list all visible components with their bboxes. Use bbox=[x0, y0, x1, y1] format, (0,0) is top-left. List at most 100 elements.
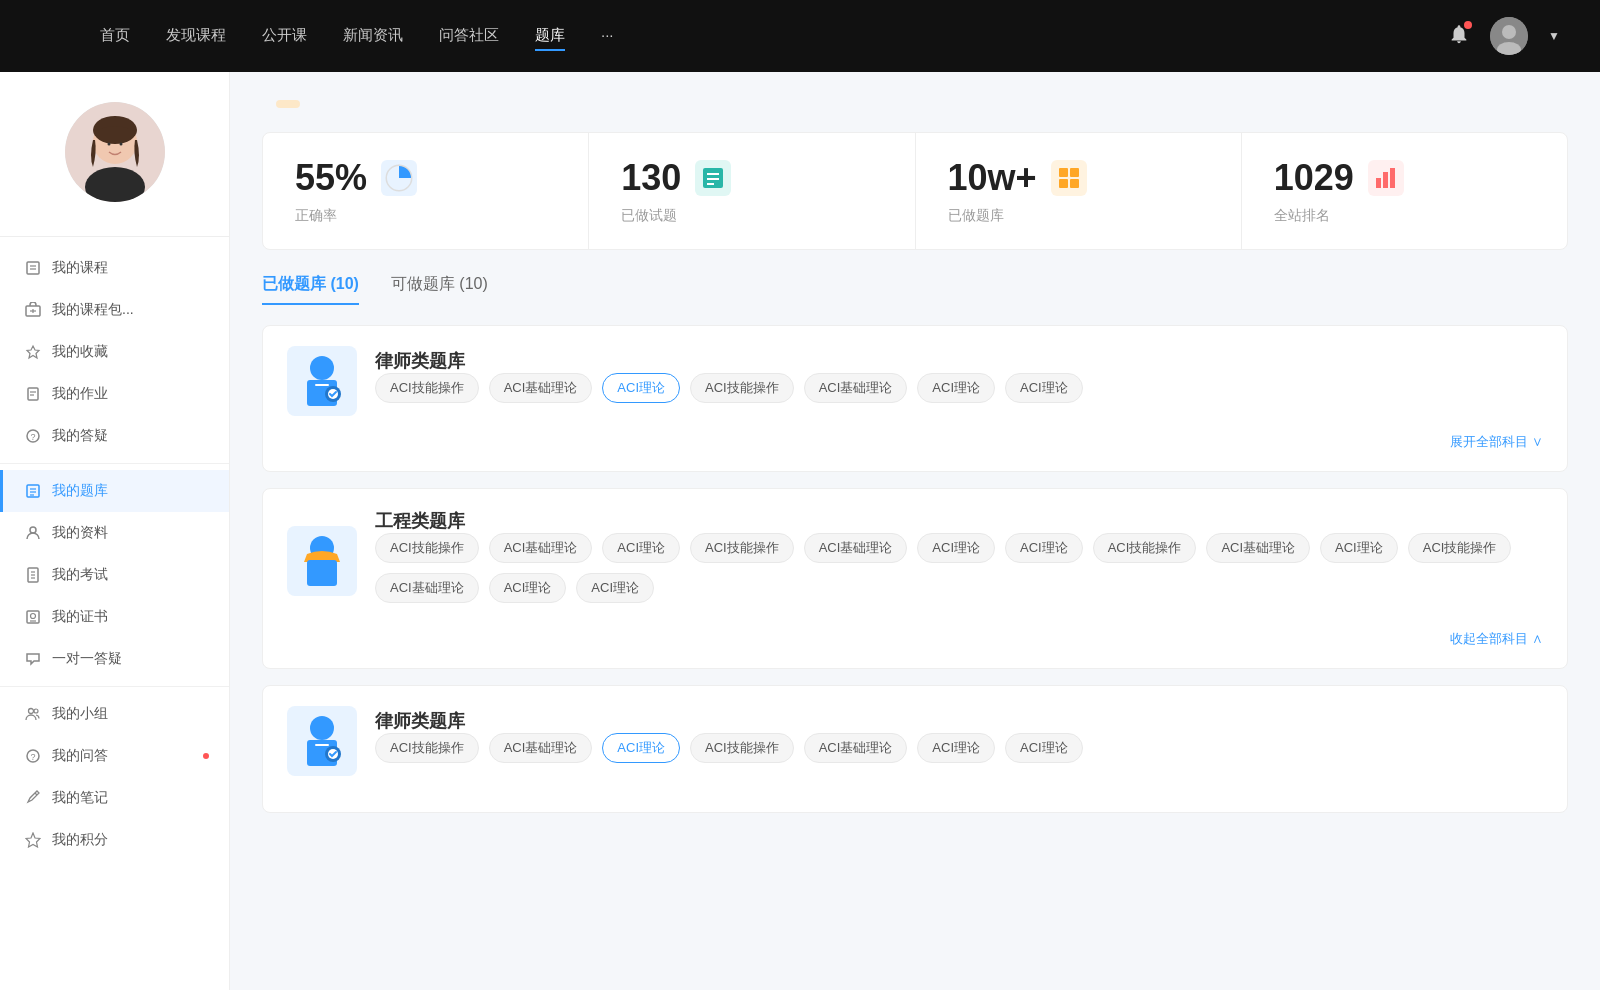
bank-tag[interactable]: ACI基础理论 bbox=[489, 733, 593, 763]
sidebar-item-exam[interactable]: 我的考试 bbox=[0, 554, 229, 596]
main-content: 55% 正确率 130 已做试题 10w+ 已做题库 1029 全站排名 已做题… bbox=[230, 72, 1600, 990]
nav-link[interactable]: 发现课程 bbox=[166, 22, 226, 51]
qa-icon: ? bbox=[24, 427, 42, 445]
bank-tag[interactable]: ACI理论 bbox=[1005, 373, 1083, 403]
expand-link[interactable]: 收起全部科目 ∧ bbox=[1450, 631, 1543, 646]
sidebar-item-group[interactable]: 我的小组 bbox=[0, 693, 229, 735]
menu-item-label: 我的资料 bbox=[52, 524, 108, 542]
bank-tag[interactable]: ACI理论 bbox=[602, 533, 680, 563]
sidebar-item-package[interactable]: 我的课程包... bbox=[0, 289, 229, 331]
bank-tag[interactable]: ACI基础理论 bbox=[804, 373, 908, 403]
navbar: 首页 发现课程 公开课 新闻资讯 问答社区 题库 ··· ▼ bbox=[0, 0, 1600, 72]
stat-icon bbox=[1051, 160, 1087, 196]
sidebar-item-points[interactable]: 我的积分 bbox=[0, 819, 229, 861]
bank-tag[interactable]: ACI基础理论 bbox=[804, 533, 908, 563]
sidebar-item-profile[interactable]: 我的资料 bbox=[0, 512, 229, 554]
svg-point-31 bbox=[31, 614, 36, 619]
svg-point-33 bbox=[29, 709, 34, 714]
sidebar-item-bank[interactable]: 我的题库 bbox=[0, 470, 229, 512]
nav-link[interactable]: 首页 bbox=[100, 22, 130, 51]
menu-item-label: 一对一答疑 bbox=[52, 650, 122, 668]
bank-tab[interactable]: 可做题库 (10) bbox=[391, 274, 488, 305]
svg-text:?: ? bbox=[31, 432, 36, 442]
bank-tag[interactable]: ACI理论 bbox=[576, 573, 654, 603]
bank-tag[interactable]: ACI基础理论 bbox=[375, 573, 479, 603]
nav-link[interactable]: 公开课 bbox=[262, 22, 307, 51]
bank-tag[interactable]: ACI理论 bbox=[602, 373, 680, 403]
menu-item-label: 我的课程包... bbox=[52, 301, 134, 319]
svg-rect-9 bbox=[27, 262, 39, 274]
bank-tag[interactable]: ACI基础理论 bbox=[489, 533, 593, 563]
bank-icon bbox=[287, 706, 357, 776]
svg-rect-50 bbox=[1390, 168, 1395, 188]
svg-rect-47 bbox=[1070, 179, 1079, 188]
bank-tag[interactable]: ACI基础理论 bbox=[1206, 533, 1310, 563]
avatar[interactable] bbox=[1490, 17, 1528, 55]
bank-tag[interactable]: ACI技能操作 bbox=[1408, 533, 1512, 563]
bank-tag[interactable]: ACI理论 bbox=[1005, 733, 1083, 763]
question-icon: ? bbox=[24, 747, 42, 765]
bank-section: 工程类题库 ACI技能操作 ACI基础理论 ACI理论 ACI技能操作 ACI基… bbox=[262, 488, 1568, 669]
svg-marker-38 bbox=[26, 833, 40, 847]
menu-item-label: 我的证书 bbox=[52, 608, 108, 626]
bank-tag[interactable]: ACI基础理论 bbox=[804, 733, 908, 763]
bank-tag[interactable]: ACI技能操作 bbox=[690, 533, 794, 563]
stat-value: 1029 bbox=[1274, 157, 1354, 199]
notification-bell[interactable] bbox=[1448, 23, 1470, 49]
bank-tag[interactable]: ACI技能操作 bbox=[690, 373, 794, 403]
bank-tag[interactable]: ACI技能操作 bbox=[1093, 533, 1197, 563]
nav-link[interactable]: 新闻资讯 bbox=[343, 22, 403, 51]
sidebar-item-course[interactable]: 我的课程 bbox=[0, 247, 229, 289]
bank-tag[interactable]: ACI理论 bbox=[917, 373, 995, 403]
nav-link[interactable]: 题库 bbox=[535, 22, 565, 51]
stat-icon bbox=[381, 160, 417, 196]
svg-text:?: ? bbox=[31, 752, 36, 762]
package-icon bbox=[24, 301, 42, 319]
expand-link[interactable]: 展开全部科目 ∨ bbox=[1450, 434, 1543, 449]
svg-rect-55 bbox=[315, 384, 329, 386]
bank-tag[interactable]: ACI技能操作 bbox=[375, 373, 479, 403]
stat-value: 10w+ bbox=[948, 157, 1037, 199]
bank-title: 工程类题库 bbox=[375, 509, 1543, 533]
unread-dot bbox=[203, 753, 209, 759]
bank-tag[interactable]: ACI技能操作 bbox=[375, 733, 479, 763]
stat-label: 已做题库 bbox=[948, 207, 1209, 225]
cert-icon bbox=[24, 608, 42, 626]
svg-point-25 bbox=[30, 527, 36, 533]
page-header bbox=[262, 100, 1568, 108]
account-chevron[interactable]: ▼ bbox=[1548, 29, 1560, 43]
sidebar-item-question[interactable]: ? 我的问答 bbox=[0, 735, 229, 777]
bank-title: 律师类题库 bbox=[375, 349, 1083, 373]
svg-point-34 bbox=[34, 709, 38, 713]
stat-item: 130 已做试题 bbox=[589, 133, 915, 249]
nav-link[interactable]: ··· bbox=[601, 22, 614, 51]
group-icon bbox=[24, 705, 42, 723]
svg-rect-49 bbox=[1383, 172, 1388, 188]
bank-tag[interactable]: ACI理论 bbox=[917, 533, 995, 563]
menu-item-label: 我的积分 bbox=[52, 831, 108, 849]
sidebar-profile bbox=[0, 72, 229, 237]
stat-label: 正确率 bbox=[295, 207, 556, 225]
sidebar-item-oneone[interactable]: 一对一答疑 bbox=[0, 638, 229, 680]
star-icon bbox=[24, 343, 42, 361]
sidebar-item-star[interactable]: 我的收藏 bbox=[0, 331, 229, 373]
menu-item-label: 我的课程 bbox=[52, 259, 108, 277]
bank-tag[interactable]: ACI理论 bbox=[1005, 533, 1083, 563]
bank-tag[interactable]: ACI理论 bbox=[602, 733, 680, 763]
homework-icon bbox=[24, 385, 42, 403]
sidebar-item-qa[interactable]: ? 我的答疑 bbox=[0, 415, 229, 457]
bank-tag[interactable]: ACI基础理论 bbox=[489, 373, 593, 403]
tags-row: ACI技能操作 ACI基础理论 ACI理论 ACI技能操作 ACI基础理论 AC… bbox=[375, 373, 1083, 403]
bank-tag[interactable]: ACI技能操作 bbox=[690, 733, 794, 763]
bank-list: 律师类题库 ACI技能操作 ACI基础理论 ACI理论 ACI技能操作 ACI基… bbox=[262, 325, 1568, 813]
bank-tab[interactable]: 已做题库 (10) bbox=[262, 274, 359, 305]
bank-tag[interactable]: ACI理论 bbox=[1320, 533, 1398, 563]
bank-tag[interactable]: ACI技能操作 bbox=[375, 533, 479, 563]
menu-item-label: 我的题库 bbox=[52, 482, 108, 500]
sidebar-item-homework[interactable]: 我的作业 bbox=[0, 373, 229, 415]
bank-tag[interactable]: ACI理论 bbox=[917, 733, 995, 763]
sidebar-item-notes[interactable]: 我的笔记 bbox=[0, 777, 229, 819]
bank-tag[interactable]: ACI理论 bbox=[489, 573, 567, 603]
sidebar-item-cert[interactable]: 我的证书 bbox=[0, 596, 229, 638]
nav-link[interactable]: 问答社区 bbox=[439, 22, 499, 51]
